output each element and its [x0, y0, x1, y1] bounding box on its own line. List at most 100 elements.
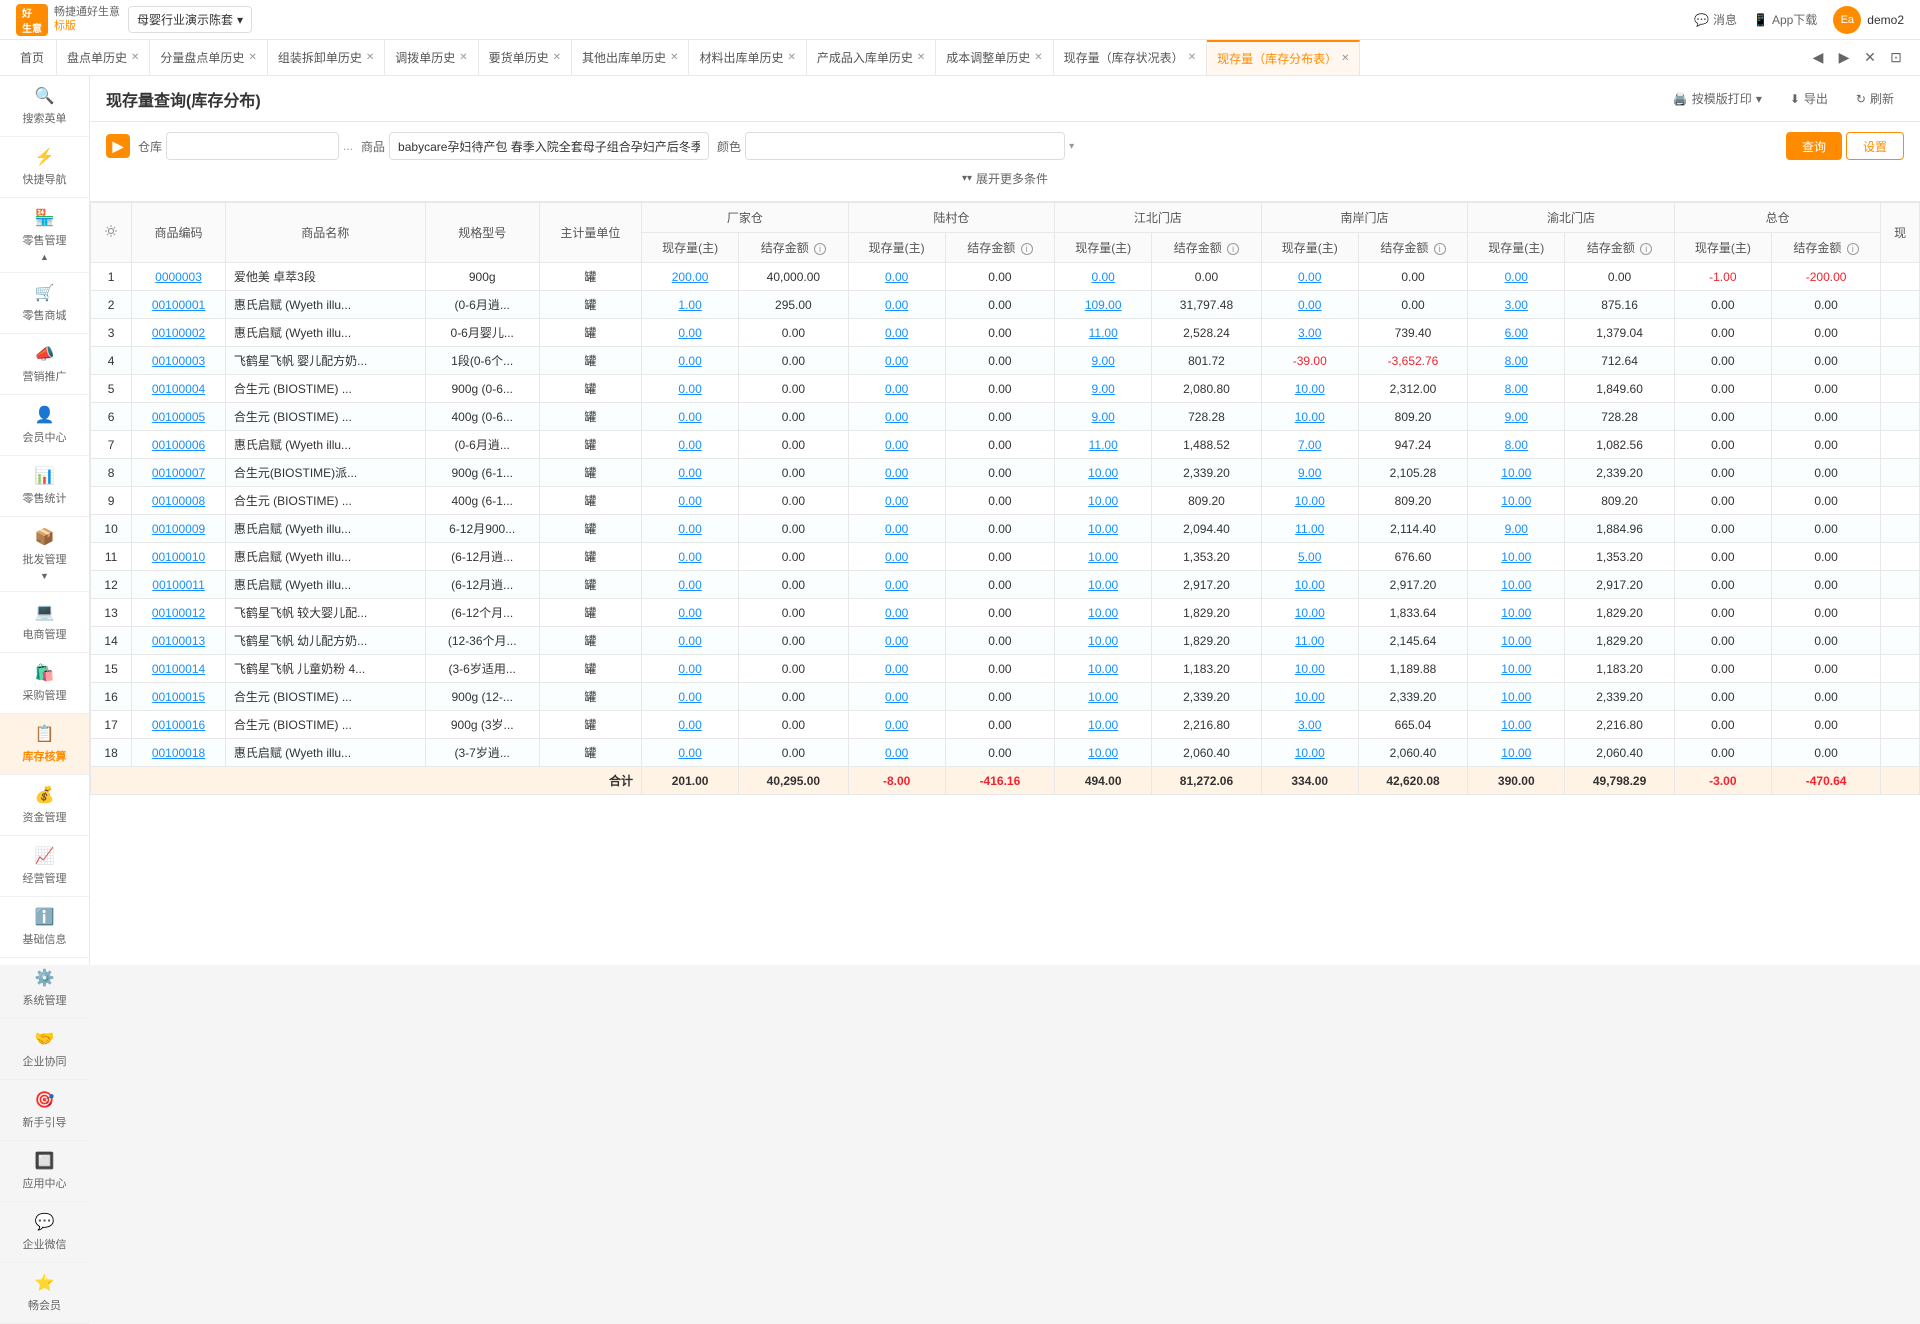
- lc-amt-info[interactable]: i: [1021, 243, 1033, 255]
- fj-qty-link[interactable]: 0.00: [678, 410, 701, 424]
- lc-qty-link[interactable]: 0.00: [885, 270, 908, 284]
- sidebar-item-retail[interactable]: 🏪 零售管理 ▲: [0, 198, 89, 273]
- tab-stock-dist[interactable]: 现存量（库存分布表） ✕: [1207, 40, 1360, 76]
- fj-qty-link[interactable]: 0.00: [678, 606, 701, 620]
- product-input[interactable]: [389, 132, 709, 160]
- close-icon[interactable]: ✕: [131, 52, 139, 63]
- jb-qty-link[interactable]: 10.00: [1088, 494, 1118, 508]
- code-link[interactable]: 00100003: [152, 354, 205, 368]
- code-link[interactable]: 00100011: [152, 578, 205, 592]
- sidebar-item-enterprise[interactable]: 🤝 企业协同: [0, 1019, 89, 1080]
- na-qty-link[interactable]: 10.00: [1295, 606, 1325, 620]
- sidebar-item-purchase[interactable]: 🛍️ 采购管理: [0, 653, 89, 714]
- fj-qty-link[interactable]: 0.00: [678, 382, 701, 396]
- na-qty-link[interactable]: 10.00: [1295, 382, 1325, 396]
- tab-requisition[interactable]: 要货单历史 ✕: [479, 40, 572, 76]
- fj-qty-link[interactable]: 0.00: [678, 354, 701, 368]
- jb-qty-link[interactable]: 10.00: [1088, 634, 1118, 648]
- fj-qty-link[interactable]: 0.00: [678, 522, 701, 536]
- yb-qty-link[interactable]: 0.00: [1505, 270, 1528, 284]
- na-qty-link[interactable]: 11.00: [1295, 522, 1324, 536]
- tab-product-in[interactable]: 产成品入库单历史 ✕: [807, 40, 936, 76]
- jb-qty-link[interactable]: 11.00: [1089, 438, 1118, 452]
- query-btn[interactable]: 查询: [1786, 132, 1842, 160]
- tab-branch-count[interactable]: 分量盘点单历史 ✕: [150, 40, 267, 76]
- na-qty-link[interactable]: 10.00: [1295, 746, 1325, 760]
- lc-qty-link[interactable]: 0.00: [885, 550, 908, 564]
- code-link[interactable]: 00100002: [152, 326, 205, 340]
- na-qty-link[interactable]: 0.00: [1298, 298, 1321, 312]
- sidebar-item-search[interactable]: 🔍 搜索英单: [0, 76, 89, 137]
- jb-qty-link[interactable]: 11.00: [1089, 326, 1118, 340]
- jb-qty-link[interactable]: 10.00: [1088, 466, 1118, 480]
- sidebar-item-app-center[interactable]: 🔲 应用中心: [0, 1141, 89, 1202]
- sidebar-item-retail-stats[interactable]: 📊 零售统计: [0, 456, 89, 517]
- yb-qty-link[interactable]: 9.00: [1505, 522, 1528, 536]
- export-btn[interactable]: ⬇ 导出: [1780, 86, 1838, 111]
- yb-qty-link[interactable]: 10.00: [1501, 550, 1531, 564]
- sidebar-item-base[interactable]: ℹ️ 基础信息: [0, 897, 89, 958]
- jb-qty-link[interactable]: 10.00: [1088, 690, 1118, 704]
- na-qty-link[interactable]: 3.00: [1298, 718, 1321, 732]
- lc-qty-link[interactable]: 0.00: [885, 522, 908, 536]
- close-icon[interactable]: ✕: [670, 52, 678, 63]
- fj-qty-link[interactable]: 0.00: [678, 550, 701, 564]
- lc-qty-link[interactable]: 0.00: [885, 746, 908, 760]
- na-qty-link[interactable]: 7.00: [1298, 438, 1321, 452]
- close-icon[interactable]: ✕: [248, 52, 256, 63]
- lc-qty-link[interactable]: 0.00: [885, 494, 908, 508]
- yb-qty-link[interactable]: 10.00: [1501, 746, 1531, 760]
- code-link[interactable]: 00100010: [152, 550, 205, 564]
- fj-qty-link[interactable]: 0.00: [678, 494, 701, 508]
- code-link[interactable]: 00100005: [152, 410, 205, 424]
- fj-qty-link[interactable]: 200.00: [672, 270, 709, 284]
- lc-qty-link[interactable]: 0.00: [885, 410, 908, 424]
- yb-qty-link[interactable]: 8.00: [1505, 438, 1528, 452]
- print-btn[interactable]: 🖨️ 按模版打印 ▾: [1663, 86, 1772, 111]
- code-link[interactable]: 00100006: [152, 438, 205, 452]
- lc-qty-link[interactable]: 0.00: [885, 466, 908, 480]
- na-qty-link[interactable]: 5.00: [1298, 550, 1321, 564]
- warehouse-input[interactable]: [166, 132, 339, 160]
- fj-qty-link[interactable]: 0.00: [678, 746, 701, 760]
- close-icon[interactable]: ✕: [1034, 52, 1042, 63]
- yb-qty-link[interactable]: 8.00: [1505, 382, 1528, 396]
- lc-qty-link[interactable]: 0.00: [885, 634, 908, 648]
- jb-qty-link[interactable]: 9.00: [1092, 410, 1115, 424]
- yb-qty-link[interactable]: 10.00: [1501, 578, 1531, 592]
- tab-cost-adjust[interactable]: 成本调整单历史 ✕: [936, 40, 1053, 76]
- fj-qty-link[interactable]: 0.00: [678, 438, 701, 452]
- close-icon[interactable]: ✕: [366, 52, 374, 63]
- sidebar-item-wholesale[interactable]: 📦 批发管理 ▼: [0, 517, 89, 592]
- code-link[interactable]: 00100012: [152, 606, 205, 620]
- table-wrap[interactable]: 商品编码 商品名称 规格型号 主计量单位 厂家仓 陆村仓 江北门店 南岸门店 渝…: [90, 202, 1920, 965]
- sidebar-item-member[interactable]: 👤 会员中心: [0, 395, 89, 456]
- na-qty-link[interactable]: 10.00: [1295, 690, 1325, 704]
- na-qty-link[interactable]: 10.00: [1295, 578, 1325, 592]
- fj-qty-link[interactable]: 0.00: [678, 690, 701, 704]
- tab-transfer-history[interactable]: 调拨单历史 ✕: [385, 40, 478, 76]
- close-icon[interactable]: ✕: [1188, 52, 1196, 63]
- fj-qty-link[interactable]: 0.00: [678, 718, 701, 732]
- tab-next-btn[interactable]: ▶: [1832, 46, 1856, 70]
- lc-qty-link[interactable]: 0.00: [885, 354, 908, 368]
- yb-qty-link[interactable]: 10.00: [1501, 718, 1531, 732]
- yb-qty-link[interactable]: 10.00: [1501, 662, 1531, 676]
- jb-qty-link[interactable]: 10.00: [1088, 746, 1118, 760]
- tab-expand-btn[interactable]: ⊡: [1884, 46, 1908, 70]
- lc-qty-link[interactable]: 0.00: [885, 298, 908, 312]
- code-link[interactable]: 00100015: [152, 690, 205, 704]
- close-icon[interactable]: ✕: [459, 52, 467, 63]
- sidebar-item-finance[interactable]: 💰 资金管理: [0, 775, 89, 836]
- sidebar-item-wechat[interactable]: 💬 企业微信: [0, 1202, 89, 1263]
- na-qty-link[interactable]: 0.00: [1298, 270, 1321, 284]
- color-input[interactable]: [745, 132, 1065, 160]
- fj-qty-link[interactable]: 0.00: [678, 466, 701, 480]
- na-qty-link[interactable]: 10.00: [1295, 494, 1325, 508]
- jb-qty-link[interactable]: 10.00: [1088, 522, 1118, 536]
- expand-conditions-btn[interactable]: ▾▾ 展开更多条件: [954, 166, 1056, 191]
- tab-material-out[interactable]: 材料出库单历史 ✕: [689, 40, 806, 76]
- sidebar-item-marketing[interactable]: 📣 营销推广: [0, 334, 89, 395]
- jb-qty-link[interactable]: 9.00: [1092, 354, 1115, 368]
- tab-prev-btn[interactable]: ◀: [1806, 46, 1830, 70]
